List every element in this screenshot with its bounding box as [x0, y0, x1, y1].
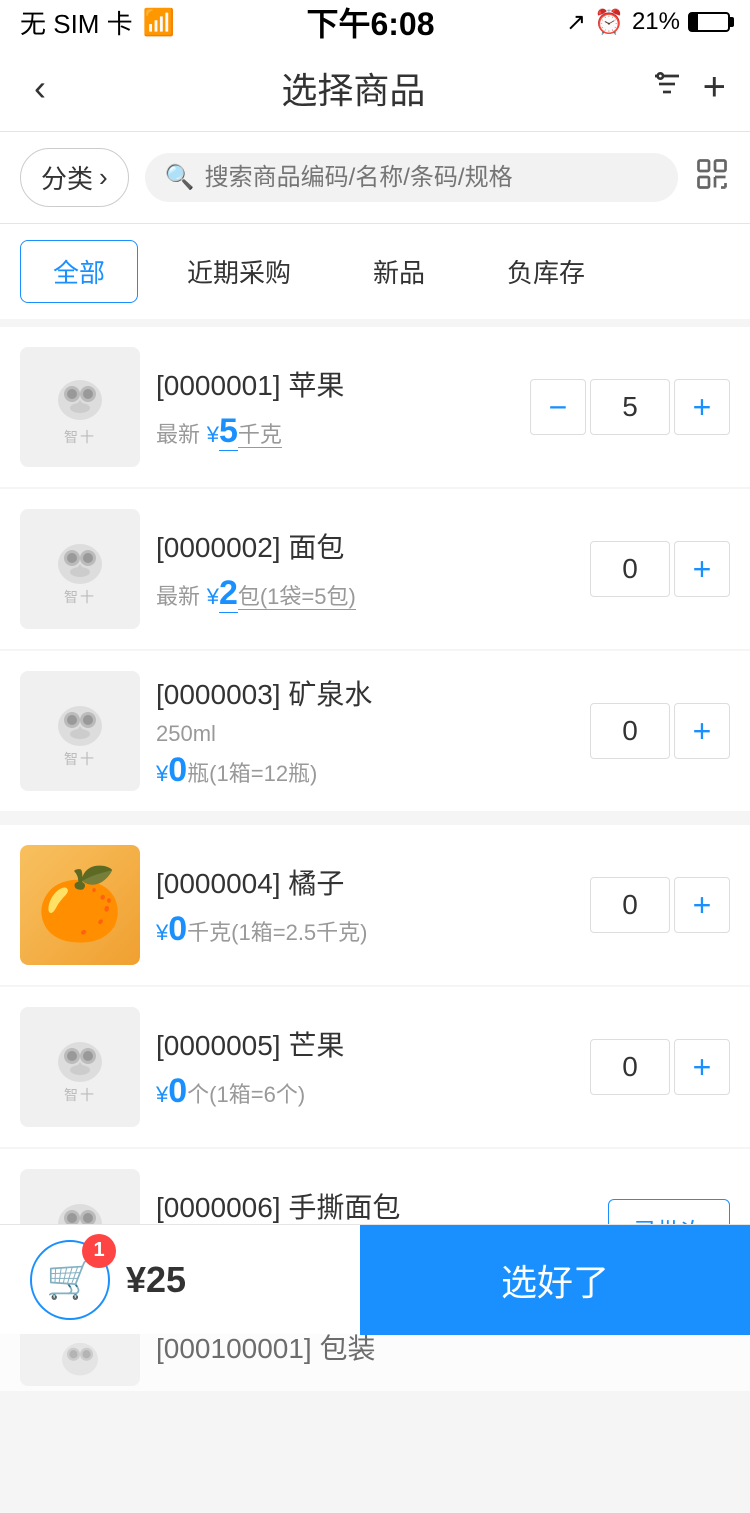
list-item: 智十 [0000005] 芒果 ¥0个(1箱=6个) 0 + [0, 987, 750, 1147]
list-item: 🍊 [0000004] 橘子 ¥0千克(1箱=2.5千克) 0 + [0, 825, 750, 985]
product-info: [0000001] 苹果 最新 ¥5千克 [156, 364, 514, 451]
section-separator [0, 813, 750, 825]
filter-icon[interactable] [651, 68, 683, 108]
product-name: [0000003] 矿泉水 [156, 673, 574, 713]
product-info: [0000004] 橘子 ¥0千克(1箱=2.5千克) [156, 862, 574, 949]
status-bar: 无 SIM 卡 📶 下午6:08 ↗ ⏰ 21% [0, 0, 750, 44]
add-button[interactable]: + [703, 65, 726, 110]
qty-value: 0 [590, 877, 670, 933]
status-right: ↗ ⏰ 21% [566, 8, 730, 37]
product-price: 最新 ¥5千克 [156, 412, 514, 451]
product-info: [0000005] 芒果 ¥0个(1箱=6个) [156, 1024, 574, 1111]
back-button[interactable]: ‹ [24, 57, 56, 119]
cart-total: ¥25 [126, 1259, 186, 1301]
qty-plus-button[interactable]: + [674, 379, 730, 435]
cart-badge: 1 [82, 1234, 116, 1268]
search-input[interactable] [205, 164, 658, 192]
product-info: [0000003] 矿泉水 250ml ¥0瓶(1箱=12瓶) [156, 673, 574, 790]
scan-icon[interactable] [694, 156, 730, 200]
qty-value: 0 [590, 703, 670, 759]
qty-minus-button[interactable]: − [530, 379, 586, 435]
page-title: 选择商品 [281, 62, 425, 114]
owl-placeholder: 智十 [50, 694, 110, 769]
search-icon: 🔍 [165, 163, 195, 192]
tab-recent[interactable]: 近期采购 [154, 240, 324, 303]
filter-bar: 分类 › 🔍 [0, 132, 750, 224]
list-item: 智十 [0000002] 面包 最新 ¥2包(1袋=5包) 0 + [0, 489, 750, 649]
qty-controls: 0 + [590, 1039, 730, 1095]
location-icon: ↗ [566, 8, 586, 37]
search-box: 🔍 [145, 153, 678, 202]
tab-new[interactable]: 新品 [340, 240, 458, 303]
status-time: 下午6:08 [306, 0, 434, 45]
cart-icon-wrap[interactable]: 🛒 1 [30, 1240, 110, 1320]
qty-controls: 0 + [590, 703, 730, 759]
product-name: [0000002] 面包 [156, 526, 574, 566]
qty-plus-button[interactable]: + [674, 541, 730, 597]
qty-plus-button[interactable]: + [674, 703, 730, 759]
bottom-bar: 🛒 1 ¥25 选好了 [0, 1224, 750, 1334]
qty-controls: − 5 + [530, 379, 730, 435]
owl-placeholder: 智十 [50, 368, 110, 447]
product-name: [0000006] 手撕面包 [156, 1186, 592, 1226]
tab-all[interactable]: 全部 [20, 240, 138, 303]
product-thumbnail: 智十 [20, 671, 140, 791]
qty-controls: 0 + [590, 877, 730, 933]
alarm-icon: ⏰ [594, 8, 624, 37]
status-carrier: 无 SIM 卡 📶 [20, 4, 175, 41]
product-price: ¥0千克(1箱=2.5千克) [156, 910, 574, 949]
list-item: 智十 [0000001] 苹果 最新 ¥5千克 − 5 + [0, 327, 750, 487]
qty-plus-button[interactable]: + [674, 1039, 730, 1095]
qty-value: 5 [590, 379, 670, 435]
product-name: [0000001] 苹果 [156, 364, 514, 404]
product-info: [0000002] 面包 最新 ¥2包(1袋=5包) [156, 526, 574, 613]
product-price: ¥0瓶(1箱=12瓶) [156, 751, 574, 790]
tabs-bar: 全部 近期采购 新品 负库存 [0, 224, 750, 327]
product-info: [000100001] 包装 [156, 1327, 730, 1375]
owl-placeholder: 智十 [50, 532, 110, 607]
cart-section: 🛒 1 ¥25 [0, 1240, 360, 1320]
product-name: [0000005] 芒果 [156, 1024, 574, 1064]
category-button[interactable]: 分类 › [20, 148, 129, 207]
qty-plus-button[interactable]: + [674, 877, 730, 933]
list-item: 智十 [0000003] 矿泉水 250ml ¥0瓶(1箱=12瓶) 0 + [0, 651, 750, 811]
battery-icon [688, 12, 730, 32]
product-thumbnail: 智十 [20, 509, 140, 629]
confirm-button[interactable]: 选好了 [360, 1225, 750, 1335]
tab-negative[interactable]: 负库存 [474, 240, 618, 303]
product-thumbnail-orange: 🍊 [20, 845, 140, 965]
product-price: ¥0个(1箱=6个) [156, 1072, 574, 1111]
product-price: 最新 ¥2包(1袋=5包) [156, 574, 574, 613]
product-name: [0000004] 橘子 [156, 862, 574, 902]
product-thumbnail: 智十 [20, 1007, 140, 1127]
owl-placeholder: 智十 [50, 1030, 110, 1105]
qty-value: 0 [590, 1039, 670, 1095]
qty-controls: 0 + [590, 541, 730, 597]
cart-icon: 🛒 [46, 1258, 93, 1302]
product-spec: 250ml [156, 721, 574, 747]
nav-bar: ‹ 选择商品 + [0, 44, 750, 132]
product-list: 智十 [0000001] 苹果 最新 ¥5千克 − 5 + [0, 327, 750, 1513]
qty-value: 0 [590, 541, 670, 597]
product-thumbnail: 智十 [20, 347, 140, 467]
nav-actions: + [651, 65, 726, 110]
